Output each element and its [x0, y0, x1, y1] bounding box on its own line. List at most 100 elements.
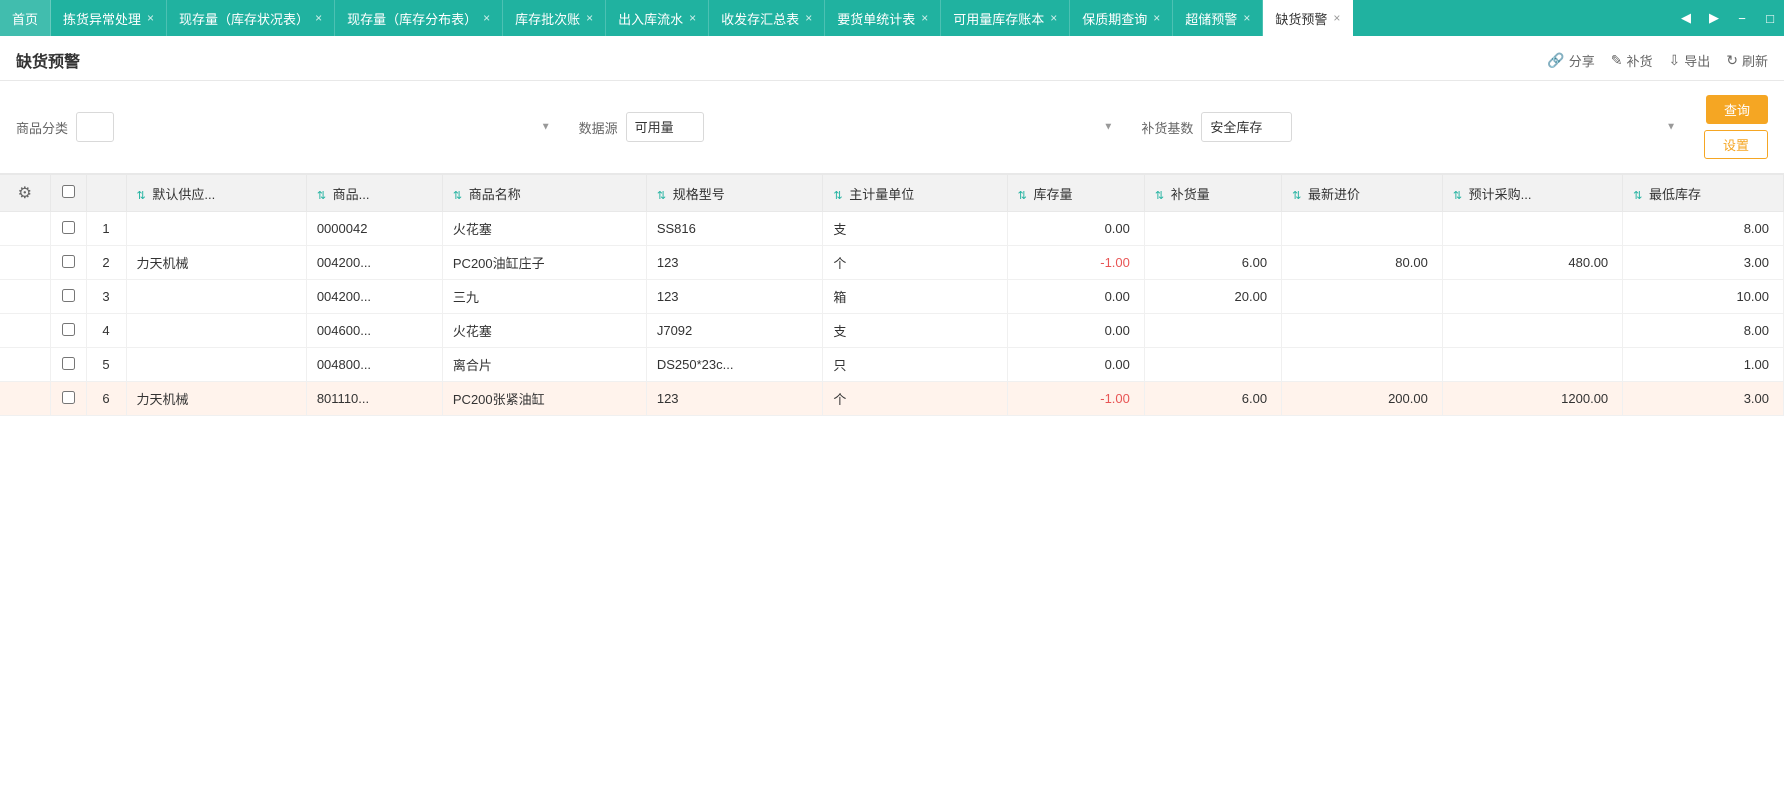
row-checkbox-5[interactable] [62, 391, 75, 404]
tab-inout-flow[interactable]: 出入库流水 × [606, 0, 709, 36]
refresh-btn[interactable]: ↻ 刷新 [1726, 51, 1768, 70]
tab-maximize-btn[interactable]: □ [1756, 0, 1784, 36]
td-replenish-1: 6.00 [1144, 246, 1281, 280]
category-select[interactable] [76, 112, 114, 142]
td-min-stock-3: 8.00 [1623, 314, 1784, 348]
td-latest-price-5: 200.00 [1282, 382, 1443, 416]
tab-overstock[interactable]: 超储预警 × [1173, 0, 1263, 36]
td-seq-3: 4 [86, 314, 126, 348]
replenish-btn[interactable]: ✎ 补货 [1611, 51, 1653, 70]
td-product-code-5: 801110... [306, 382, 442, 416]
tab-close-expiry-query[interactable]: × [1153, 11, 1160, 25]
tab-batch-account[interactable]: 库存批次账 × [503, 0, 606, 36]
td-settings-2 [0, 280, 50, 314]
td-latest-price-2 [1282, 280, 1443, 314]
td-product-code-0: 0000042 [306, 212, 442, 246]
th-min-stock[interactable]: ⇅ 最低库存 [1623, 175, 1784, 212]
th-unit[interactable]: ⇅ 主计量单位 [823, 175, 1007, 212]
tab-close-inventory-dist[interactable]: × [483, 11, 490, 25]
export-btn[interactable]: ⇩ 导出 [1669, 51, 1711, 70]
th-checkbox [50, 175, 86, 212]
tab-exception[interactable]: 拣货异常处理 × [51, 0, 167, 36]
tab-shortage[interactable]: 缺货预警 × [1263, 0, 1353, 36]
td-forecast-purchase-5: 1200.00 [1442, 382, 1622, 416]
td-check-3[interactable] [50, 314, 86, 348]
td-stock-0: 0.00 [1007, 212, 1144, 246]
td-unit-0: 支 [823, 212, 1007, 246]
replenish-icon: ✎ [1611, 52, 1623, 69]
tab-close-collect-total[interactable]: × [805, 11, 812, 25]
unit-sort-icon: ⇅ [833, 190, 842, 202]
main-content: 缺货预警 🔗 分享 ✎ 补货 ⇩ 导出 ↻ 刷新 商品分类 [0, 36, 1784, 796]
tab-close-shortage[interactable]: × [1333, 11, 1340, 25]
tab-collect-total[interactable]: 收发存汇总表 × [709, 0, 825, 36]
row-checkbox-1[interactable] [62, 255, 75, 268]
tab-close-overstock[interactable]: × [1243, 11, 1250, 25]
tab-minimize-btn[interactable]: − [1728, 0, 1756, 36]
th-product-code[interactable]: ⇅ 商品... [306, 175, 442, 212]
datasource-select-wrapper: 可用量 [626, 112, 1122, 142]
td-min-stock-2: 10.00 [1623, 280, 1784, 314]
td-forecast-purchase-4 [1442, 348, 1622, 382]
column-settings-icon[interactable]: ⚙ [18, 183, 32, 203]
td-stock-2: 0.00 [1007, 280, 1144, 314]
tab-close-available-ledger[interactable]: × [1050, 11, 1057, 25]
td-spec-1: 123 [646, 246, 823, 280]
td-seq-1: 2 [86, 246, 126, 280]
table-header-row: ⚙ ⇅ 默认供应... ⇅ 商品... ⇅ [0, 175, 1784, 212]
td-supplier-1: 力天机械 [126, 246, 306, 280]
tab-home[interactable]: 首页 [0, 0, 51, 36]
td-check-2[interactable] [50, 280, 86, 314]
td-check-1[interactable] [50, 246, 86, 280]
tab-expiry-query[interactable]: 保质期查询 × [1070, 0, 1173, 36]
settings-button[interactable]: 设置 [1704, 130, 1768, 159]
th-seq [86, 175, 126, 212]
tab-inventory-dist[interactable]: 现存量（库存分布表） × [335, 0, 503, 36]
td-product-code-3: 004600... [306, 314, 442, 348]
th-latest-price[interactable]: ⇅ 最新进价 [1282, 175, 1443, 212]
tab-close-inventory-status[interactable]: × [315, 11, 322, 25]
row-checkbox-2[interactable] [62, 289, 75, 302]
row-checkbox-4[interactable] [62, 357, 75, 370]
th-replenish[interactable]: ⇅ 补货量 [1144, 175, 1281, 212]
td-check-4[interactable] [50, 348, 86, 382]
tab-close-exception[interactable]: × [147, 11, 154, 25]
tab-order-stats[interactable]: 要货单统计表 × [825, 0, 941, 36]
product-name-sort-icon: ⇅ [453, 190, 462, 202]
datasource-select[interactable]: 可用量 [626, 112, 704, 142]
td-supplier-4 [126, 348, 306, 382]
th-spec[interactable]: ⇅ 规格型号 [646, 175, 823, 212]
tab-prev-btn[interactable]: ◀ [1672, 0, 1700, 36]
td-check-5[interactable] [50, 382, 86, 416]
select-all-checkbox[interactable] [62, 185, 75, 198]
row-checkbox-3[interactable] [62, 323, 75, 336]
query-button[interactable]: 查询 [1706, 95, 1768, 124]
td-supplier-2 [126, 280, 306, 314]
td-supplier-3 [126, 314, 306, 348]
filter-actions: 查询 设置 [1704, 95, 1768, 159]
tab-close-batch-account[interactable]: × [586, 11, 593, 25]
th-product-name[interactable]: ⇅ 商品名称 [442, 175, 646, 212]
tab-close-inout-flow[interactable]: × [689, 11, 696, 25]
td-seq-4: 5 [86, 348, 126, 382]
td-stock-4: 0.00 [1007, 348, 1144, 382]
stock-sort-icon: ⇅ [1018, 190, 1027, 202]
category-filter-group: 商品分类 [16, 112, 559, 142]
td-settings-3 [0, 314, 50, 348]
tab-next-btn[interactable]: ▶ [1700, 0, 1728, 36]
td-min-stock-4: 1.00 [1623, 348, 1784, 382]
tab-inventory-status[interactable]: 现存量（库存状况表） × [167, 0, 335, 36]
td-check-0[interactable] [50, 212, 86, 246]
tab-close-order-stats[interactable]: × [921, 11, 928, 25]
table-container: ⚙ ⇅ 默认供应... ⇅ 商品... ⇅ [0, 174, 1784, 416]
share-btn[interactable]: 🔗 分享 [1547, 51, 1594, 70]
th-stock[interactable]: ⇅ 库存量 [1007, 175, 1144, 212]
product-code-sort-icon: ⇅ [317, 190, 326, 202]
th-forecast-purchase[interactable]: ⇅ 预计采购... [1442, 175, 1622, 212]
td-replenish-4 [1144, 348, 1281, 382]
tab-available-ledger[interactable]: 可用量库存账本 × [941, 0, 1070, 36]
row-checkbox-0[interactable] [62, 221, 75, 234]
td-seq-2: 3 [86, 280, 126, 314]
replenish-base-select[interactable]: 安全库存 [1201, 112, 1292, 142]
th-supplier[interactable]: ⇅ 默认供应... [126, 175, 306, 212]
